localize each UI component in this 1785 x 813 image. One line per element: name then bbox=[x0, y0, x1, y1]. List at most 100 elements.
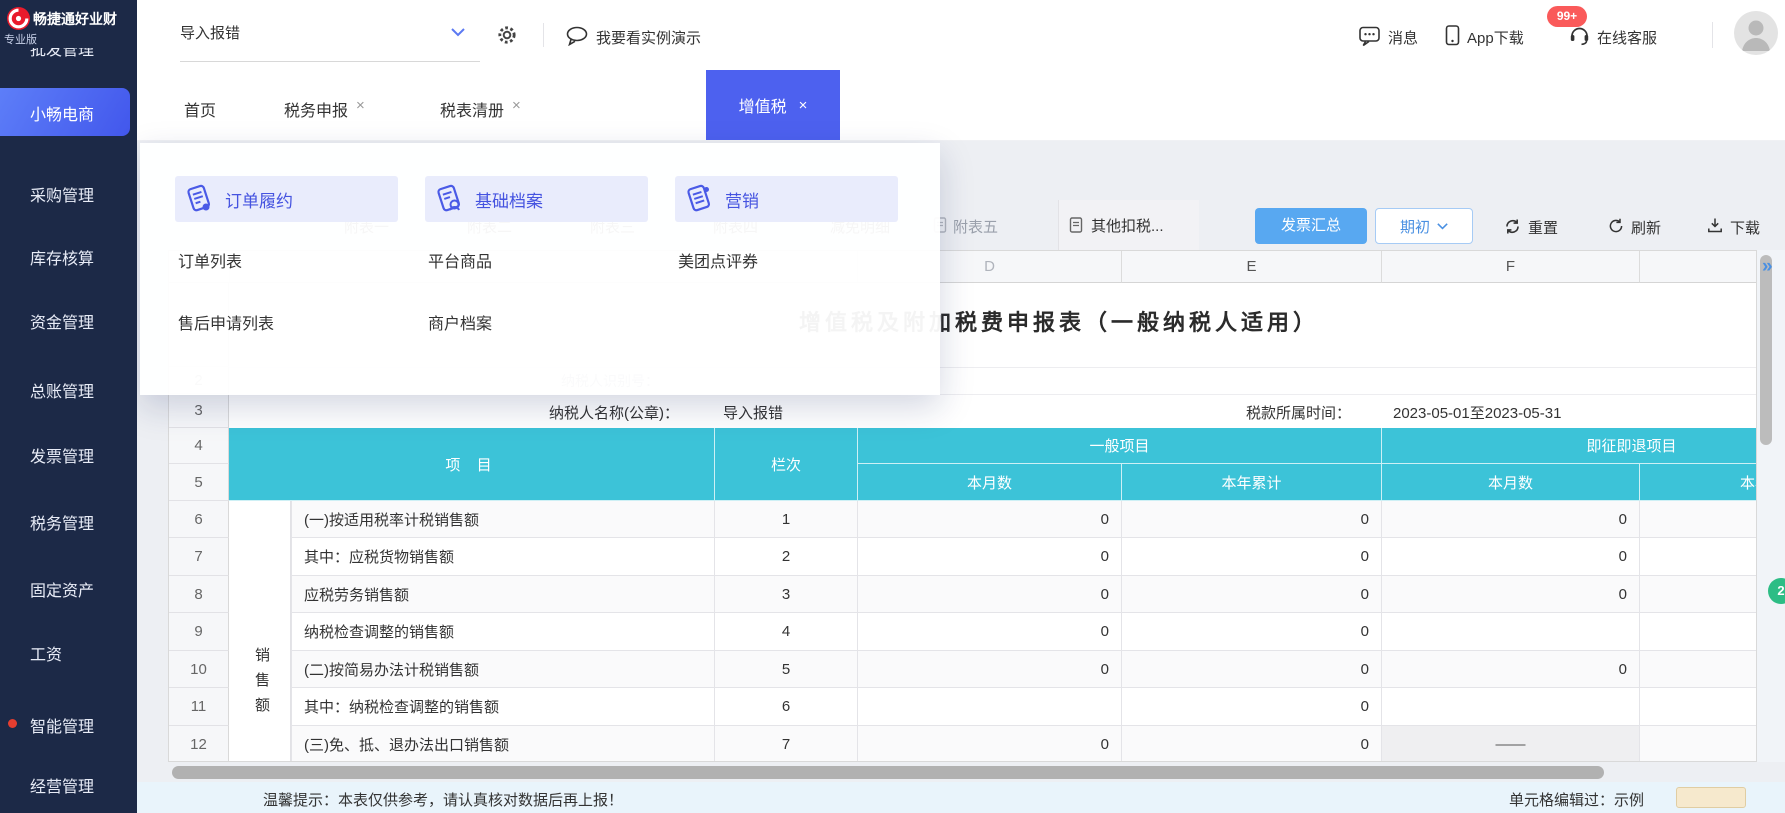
cell-general-ytd[interactable]: 0 bbox=[1121, 576, 1381, 612]
messages-icon[interactable] bbox=[1359, 26, 1381, 47]
cell-general-month[interactable]: 0 bbox=[857, 726, 1121, 761]
sheet-tab-other-label: 其他扣税... bbox=[1091, 218, 1164, 235]
invoice-summary-button[interactable]: 发票汇总 bbox=[1255, 208, 1367, 244]
cell-general-ytd[interactable]: 0 bbox=[1121, 651, 1381, 687]
refresh-button[interactable]: 刷新 bbox=[1631, 217, 1661, 238]
edited-cell-swatch bbox=[1676, 787, 1746, 808]
header-refund-group: 即征即退项目 bbox=[1381, 428, 1756, 464]
sidebar-item-fixed-assets[interactable]: 固定资产 bbox=[30, 577, 94, 601]
vertical-scrollbar[interactable] bbox=[1760, 255, 1772, 445]
cell-general-month[interactable]: 0 bbox=[857, 651, 1121, 687]
chevron-down-icon[interactable] bbox=[451, 28, 465, 37]
reset-icon[interactable] bbox=[1504, 218, 1521, 235]
sidebar-item-invoice[interactable]: 发票管理 bbox=[30, 443, 94, 467]
cell-general-ytd[interactable]: 0 bbox=[1121, 501, 1381, 537]
mega-section-order[interactable]: 订单履约 bbox=[175, 176, 398, 222]
brand-logo-icon bbox=[7, 7, 30, 30]
demo-link[interactable]: 我要看实例演示 bbox=[596, 27, 701, 48]
tab-tax-declare[interactable]: 税务申报 bbox=[284, 97, 348, 121]
cell-general-month[interactable]: 0 bbox=[857, 613, 1121, 650]
mega-menu-overlay: 订单履约 基础档案 营销 订单列表 售后申请列表 平台商品 商户档案 美团点评券 bbox=[140, 143, 940, 395]
cell-refund-month[interactable]: 0 bbox=[1381, 576, 1639, 612]
mega-item-platform-goods[interactable]: 平台商品 bbox=[428, 248, 492, 272]
cell-refund-ytd[interactable] bbox=[1639, 538, 1756, 575]
sidebar-item-inventory[interactable]: 库存核算 bbox=[30, 245, 94, 269]
mega-item-aftersale-list[interactable]: 售后申请列表 bbox=[178, 310, 274, 334]
tab-tax-declare-close-icon[interactable]: × bbox=[356, 97, 365, 114]
download-button[interactable]: 下载 bbox=[1730, 217, 1760, 238]
header-general-month: 本月数 bbox=[857, 464, 1121, 501]
tab-home[interactable]: 首页 bbox=[184, 97, 216, 121]
cell-refund-ytd[interactable] bbox=[1639, 651, 1756, 687]
table-row: 纳税检查调整的销售额 4 0 0 bbox=[291, 613, 1756, 651]
cell-refund-month[interactable]: 0 bbox=[1381, 501, 1639, 537]
mega-section-marketing[interactable]: 营销 bbox=[675, 176, 898, 222]
mega-item-order-list[interactable]: 订单列表 bbox=[178, 248, 242, 272]
sidebar-item-ledger[interactable]: 总账管理 bbox=[30, 378, 94, 402]
header-general-group: 一般项目 bbox=[857, 428, 1381, 464]
cell-refund-month[interactable]: 0 bbox=[1381, 538, 1639, 575]
tax-period-label: 税款所属时间： bbox=[1246, 405, 1352, 422]
sidebar-item-ecommerce[interactable]: 小畅电商 bbox=[0, 88, 130, 136]
cell-general-ytd[interactable]: 0 bbox=[1121, 726, 1381, 761]
sheet-colhead-G[interactable] bbox=[1639, 251, 1756, 283]
cell-item: (二)按简易办法计税销售额 bbox=[291, 651, 714, 687]
horizontal-scrollbar[interactable] bbox=[172, 766, 1604, 779]
cell-refund-month[interactable]: 0 bbox=[1381, 651, 1639, 687]
sheet-tab-other-deduction[interactable]: 其他扣税... bbox=[1058, 200, 1199, 250]
cell-refund-ytd[interactable] bbox=[1639, 501, 1756, 537]
opening-balance-button[interactable]: 期初 bbox=[1375, 208, 1473, 244]
cell-item: 应税劳务销售额 bbox=[291, 576, 714, 612]
cell-refund-ytd[interactable] bbox=[1639, 726, 1756, 761]
sidebar-item-operations[interactable]: 经营管理 bbox=[30, 773, 94, 797]
reset-button[interactable]: 重置 bbox=[1528, 217, 1558, 238]
sheet-tab-appendix5[interactable]: 附表五 bbox=[953, 216, 998, 237]
sidebar-item-tax[interactable]: 税务管理 bbox=[30, 510, 94, 534]
cell-refund-ytd[interactable] bbox=[1639, 688, 1756, 725]
app-download-label[interactable]: App下载 bbox=[1467, 27, 1524, 48]
cell-general-ytd[interactable]: 0 bbox=[1121, 613, 1381, 650]
cell-general-month[interactable]: 0 bbox=[857, 576, 1121, 612]
sidebar-item-payroll[interactable]: 工资 bbox=[30, 641, 62, 665]
expand-panels-icon[interactable]: » bbox=[1762, 256, 1773, 278]
table-row: 其中：纳税检查调整的销售额 6 0 bbox=[291, 688, 1756, 726]
cell-refund-month[interactable] bbox=[1381, 688, 1639, 725]
tab-vat-close-icon[interactable]: × bbox=[799, 97, 808, 114]
edited-cell-legend-label: 单元格编辑过：示例 bbox=[1509, 792, 1645, 809]
demo-bubble-icon[interactable] bbox=[566, 26, 589, 46]
sidebar-item-purchase[interactable]: 采购管理 bbox=[30, 182, 94, 206]
cell-general-month[interactable]: 0 bbox=[857, 501, 1121, 537]
sales-group-cell: 销售额 bbox=[229, 501, 291, 761]
gear-icon[interactable] bbox=[496, 24, 518, 46]
app-download-icon[interactable] bbox=[1443, 25, 1462, 46]
cell-general-month[interactable] bbox=[857, 688, 1121, 725]
table-row: (三)免、抵、退办法出口销售额 7 0 0 —— bbox=[291, 726, 1756, 761]
tab-vat-active[interactable]: 增值税 × bbox=[706, 70, 840, 140]
cell-refund-month[interactable] bbox=[1381, 613, 1639, 650]
refresh-icon[interactable] bbox=[1608, 218, 1624, 234]
cell-general-ytd[interactable]: 0 bbox=[1121, 538, 1381, 575]
avatar[interactable] bbox=[1734, 11, 1778, 55]
header-colno-col: 栏次 bbox=[714, 428, 857, 501]
cell-refund-ytd[interactable] bbox=[1639, 576, 1756, 612]
cell-general-month[interactable]: 0 bbox=[857, 538, 1121, 575]
cell-general-ytd[interactable]: 0 bbox=[1121, 688, 1381, 725]
cell-refund-ytd[interactable] bbox=[1639, 613, 1756, 650]
support-headset-icon[interactable] bbox=[1569, 24, 1590, 46]
download-icon[interactable] bbox=[1707, 217, 1723, 234]
sheet-colhead-F[interactable]: F bbox=[1381, 251, 1639, 283]
support-label[interactable]: 在线客服 bbox=[1597, 27, 1657, 48]
mega-item-merchant-archive[interactable]: 商户档案 bbox=[428, 310, 492, 334]
sidebar-item-funds[interactable]: 资金管理 bbox=[30, 309, 94, 333]
messages-label[interactable]: 消息 bbox=[1388, 27, 1418, 48]
row-number: 12 bbox=[169, 726, 229, 761]
mega-item-meituan-coupon[interactable]: 美团点评券 bbox=[678, 248, 758, 272]
row-number: 8 bbox=[169, 576, 229, 613]
tab-tax-register-close-icon[interactable]: × bbox=[512, 97, 521, 114]
tab-tax-register[interactable]: 税表清册 bbox=[440, 97, 504, 121]
sheet-colhead-E[interactable]: E bbox=[1121, 251, 1381, 283]
mega-section-archives[interactable]: 基础档案 bbox=[425, 176, 648, 222]
workspace-select[interactable]: 导入报错 bbox=[180, 22, 240, 43]
header-item-col: 项 目 bbox=[229, 428, 714, 501]
sidebar-item-smart[interactable]: 智能管理 bbox=[30, 713, 94, 737]
